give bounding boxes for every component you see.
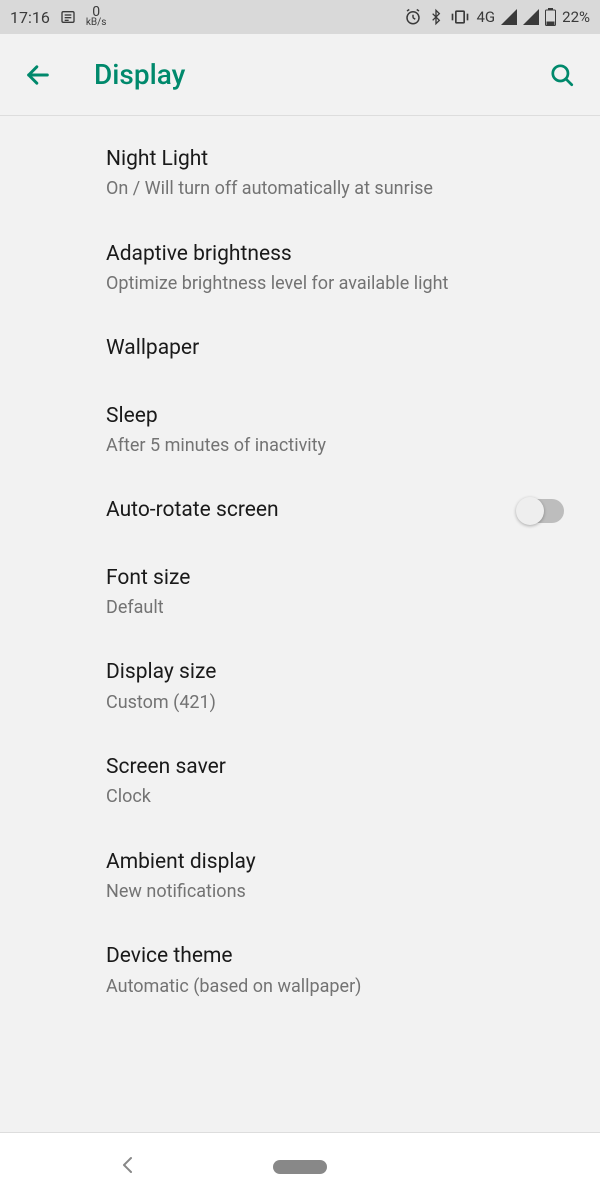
bluetooth-icon xyxy=(428,8,444,26)
vibrate-icon xyxy=(450,9,470,25)
back-button[interactable] xyxy=(20,57,56,93)
setting-subtitle: Default xyxy=(106,596,574,619)
network-type: 4G xyxy=(476,8,495,26)
search-button[interactable] xyxy=(544,57,580,93)
setting-ambient-display[interactable]: Ambient display New notifications xyxy=(0,829,600,924)
status-time: 17:16 xyxy=(10,8,50,27)
data-speed: 0 kB/s xyxy=(86,7,107,26)
setting-title: Device theme xyxy=(106,943,574,970)
settings-list: Night Light On / Will turn off automatic… xyxy=(0,116,600,1132)
setting-subtitle: After 5 minutes of inactivity xyxy=(106,434,574,457)
auto-rotate-toggle[interactable] xyxy=(518,499,564,523)
setting-subtitle: Clock xyxy=(106,785,574,808)
setting-title: Font size xyxy=(106,565,574,592)
nav-home-pill[interactable] xyxy=(273,1160,327,1174)
setting-wallpaper[interactable]: Wallpaper xyxy=(0,315,600,382)
setting-title: Night Light xyxy=(106,146,574,173)
setting-device-theme[interactable]: Device theme Automatic (based on wallpap… xyxy=(0,923,600,1018)
setting-screen-saver[interactable]: Screen saver Clock xyxy=(0,734,600,829)
setting-title: Wallpaper xyxy=(106,335,574,362)
setting-sleep[interactable]: Sleep After 5 minutes of inactivity xyxy=(0,383,600,478)
app-header: Display xyxy=(0,34,600,116)
signal-icon xyxy=(501,9,517,25)
setting-subtitle: New notifications xyxy=(106,880,574,903)
battery-percent: 22% xyxy=(562,8,590,26)
battery-icon xyxy=(545,8,556,26)
setting-title: Screen saver xyxy=(106,754,574,781)
setting-title: Ambient display xyxy=(106,849,574,876)
page-title: Display xyxy=(94,58,185,91)
setting-title: Display size xyxy=(106,659,574,686)
setting-night-light[interactable]: Night Light On / Will turn off automatic… xyxy=(0,126,600,221)
news-icon xyxy=(60,9,76,25)
setting-subtitle: Optimize brightness level for available … xyxy=(106,272,574,295)
setting-font-size[interactable]: Font size Default xyxy=(0,545,600,640)
setting-display-size[interactable]: Display size Custom (421) xyxy=(0,639,600,734)
system-nav-bar xyxy=(0,1132,600,1200)
setting-subtitle: On / Will turn off automatically at sunr… xyxy=(106,177,574,200)
setting-title: Adaptive brightness xyxy=(106,241,574,268)
signal-icon-2 xyxy=(523,9,539,25)
setting-adaptive-brightness[interactable]: Adaptive brightness Optimize brightness … xyxy=(0,221,600,316)
setting-title: Sleep xyxy=(106,403,574,430)
status-bar: 17:16 0 kB/s 4G 22% xyxy=(0,0,600,34)
setting-auto-rotate[interactable]: Auto-rotate screen xyxy=(0,477,600,544)
setting-subtitle: Custom (421) xyxy=(106,691,574,714)
setting-title: Auto-rotate screen xyxy=(106,497,518,524)
nav-back-button[interactable] xyxy=(120,1154,136,1180)
alarm-icon xyxy=(404,8,422,26)
setting-subtitle: Automatic (based on wallpaper) xyxy=(106,975,574,998)
